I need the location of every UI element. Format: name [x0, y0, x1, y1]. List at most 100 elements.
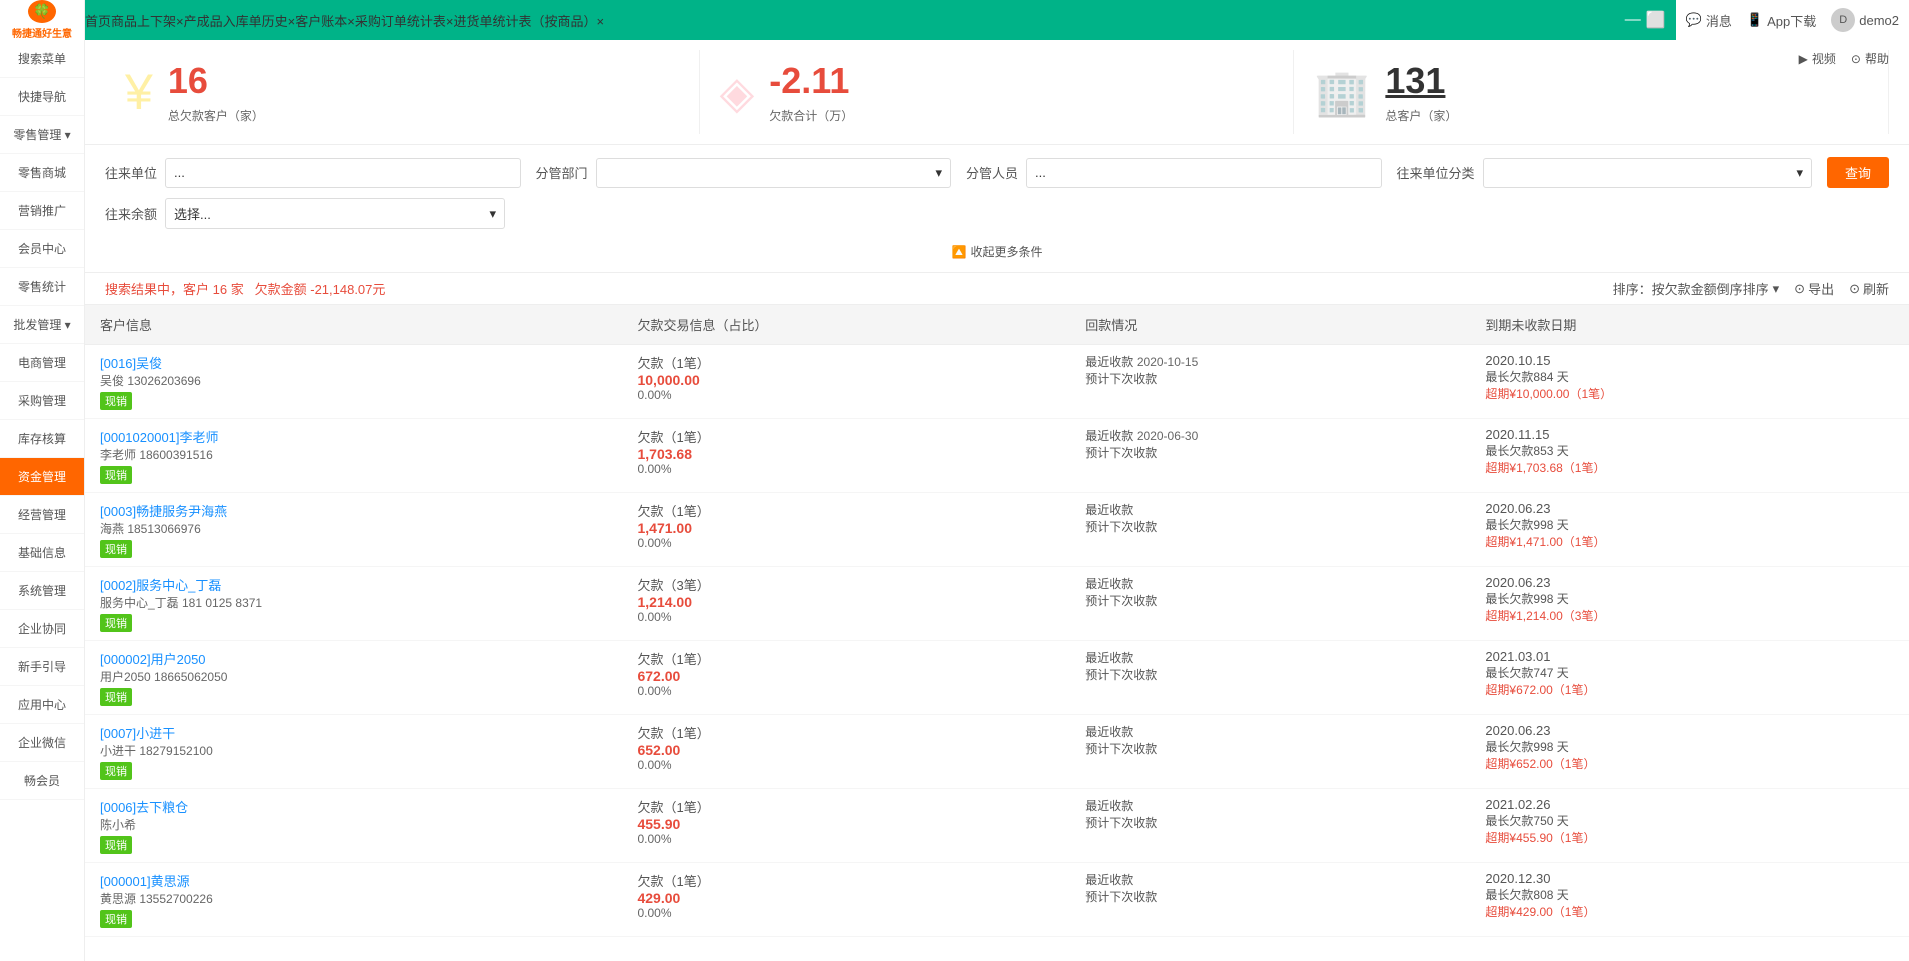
last-collect: 最近收款	[1085, 649, 1455, 666]
user-avatar[interactable]: D demo2	[1831, 8, 1899, 32]
customer-name[interactable]: [0016]吴俊	[100, 353, 607, 372]
next-collect: 预计下次收款	[1085, 592, 1455, 609]
overdue-link[interactable]: 超期¥672.00（1笔）	[1485, 681, 1894, 698]
debt-amount: 672.00	[637, 668, 1055, 684]
overdue-link[interactable]: 超期¥1,214.00（3笔）	[1485, 607, 1894, 624]
sidebar-item-5[interactable]: 会员中心	[0, 230, 84, 268]
from-unit-label: 往来单位	[105, 163, 157, 182]
help-icon: ⊙	[1851, 52, 1861, 66]
customer-name[interactable]: [000001]黄思源	[100, 871, 607, 890]
customer-name[interactable]: [0006]去下粮仓	[100, 797, 607, 816]
refresh-btn[interactable]: ⊙ 刷新	[1849, 279, 1889, 298]
building-icon: 🏢	[1314, 66, 1370, 119]
due-date-cell: 2020.06.23 最长欠款998 天 超期¥1,214.00（3笔）	[1470, 567, 1909, 641]
tab-close-icon[interactable]: ×	[596, 14, 604, 29]
sidebar-item-4[interactable]: 营销推广	[0, 192, 84, 230]
overdue-link[interactable]: 超期¥455.90（1笔）	[1485, 829, 1894, 846]
sidebar-item-2[interactable]: 零售管理 ▾	[0, 116, 84, 154]
due-date: 2020.06.23	[1485, 575, 1894, 590]
tab-close-icon[interactable]: ×	[288, 14, 296, 29]
sidebar-item-10[interactable]: 库存核算	[0, 420, 84, 458]
customer-name[interactable]: [0001020001]李老师	[100, 427, 607, 446]
col-due-date: 到期未收款日期	[1470, 305, 1909, 345]
branch-dept-select[interactable]: ▾	[596, 158, 951, 188]
from-balance-select[interactable]: 选择... ▾	[165, 198, 505, 229]
overdue-link[interactable]: 超期¥10,000.00（1笔）	[1485, 385, 1894, 402]
customer-info-cell: [0001020001]李老师 李老师 18600391516 现销	[85, 419, 622, 493]
sidebar-item-13[interactable]: 基础信息	[0, 534, 84, 572]
table-row: [0001020001]李老师 李老师 18600391516 现销 欠款（1笔…	[85, 419, 1909, 493]
customer-phone: 服务中心_丁磊 181 0125 8371	[100, 594, 607, 611]
debt-pct: 0.00%	[637, 462, 1055, 476]
customer-info-cell: [0006]去下粮仓 陈小希 现销	[85, 789, 622, 863]
debt-info-cell: 欠款（3笔） 1,214.00 0.00%	[622, 567, 1070, 641]
customer-tag: 现销	[100, 910, 132, 928]
tab-controls: — ⬜	[1615, 10, 1676, 30]
sidebar-item-14[interactable]: 系统管理	[0, 572, 84, 610]
sidebar-item-7[interactable]: 批发管理 ▾	[0, 306, 84, 344]
debt-count: 欠款（3笔）	[637, 575, 1055, 594]
window-minimize-btn[interactable]: —	[1625, 11, 1641, 29]
overdue-link[interactable]: 超期¥1,703.68（1笔）	[1485, 459, 1894, 476]
from-unit-class-select[interactable]: ▾	[1483, 158, 1812, 188]
sidebar-item-18[interactable]: 企业微信	[0, 724, 84, 762]
sort-selector[interactable]: 排序：按欠款金额倒序排序 ▾	[1613, 279, 1780, 298]
sidebar-item-6[interactable]: 零售统计	[0, 268, 84, 306]
video-btn[interactable]: ▶ 视频	[1799, 50, 1836, 67]
tab-采购订单统计表[interactable]: 采购订单统计表×	[355, 11, 454, 30]
sidebar-item-9[interactable]: 采购管理	[0, 382, 84, 420]
help-btn[interactable]: ⊙ 帮助	[1851, 50, 1889, 67]
customer-name[interactable]: [0007]小进干	[100, 723, 607, 742]
customer-name[interactable]: [0002]服务中心_丁磊	[100, 575, 607, 594]
from-unit-input[interactable]: ...	[165, 158, 520, 188]
customer-name[interactable]: [000002]用户2050	[100, 649, 607, 668]
stats-bar: ¥ 16 总欠款客户（家） ◈ -2.11 欠款合计（万） 🏢 131 总客户（…	[85, 40, 1909, 145]
due-date: 2020.06.23	[1485, 501, 1894, 516]
tab-产成品入库单历史[interactable]: 产成品入库单历史×	[184, 11, 296, 30]
sidebar-item-16[interactable]: 新手引导	[0, 648, 84, 686]
debt-info-cell: 欠款（1笔） 672.00 0.00%	[622, 641, 1070, 715]
export-btn[interactable]: ⊙ 导出	[1794, 279, 1834, 298]
tab-close-icon[interactable]: ×	[347, 14, 355, 29]
branch-dept-label: 分管部门	[536, 163, 588, 182]
tab-close-icon[interactable]: ×	[446, 14, 454, 29]
sidebar-item-17[interactable]: 应用中心	[0, 686, 84, 724]
sidebar-item-1[interactable]: 快捷导航	[0, 78, 84, 116]
tab-进货单统计表（按商品）[interactable]: 进货单统计表（按商品）×	[453, 11, 604, 30]
tab-客户账本[interactable]: 客户账本×	[295, 11, 355, 30]
sidebar-item-12[interactable]: 经营管理	[0, 496, 84, 534]
sidebar: 搜索菜单快捷导航零售管理 ▾零售商城营销推广会员中心零售统计批发管理 ▾电商管理…	[0, 40, 85, 961]
app-download-btn[interactable]: 📱 App下载	[1747, 11, 1816, 30]
search-button[interactable]: 查询	[1827, 157, 1889, 188]
window-maximize-btn[interactable]: ⬜	[1646, 10, 1666, 30]
message-btn[interactable]: 💬 消息	[1686, 11, 1732, 30]
debt-info-cell: 欠款（1笔） 1,703.68 0.00%	[622, 419, 1070, 493]
sidebar-item-3[interactable]: 零售商城	[0, 154, 84, 192]
customer-name[interactable]: [0003]畅捷服务尹海燕	[100, 501, 607, 520]
tab-商品上下架[interactable]: 商品上下架×	[111, 11, 184, 30]
tab-close-icon[interactable]: ×	[176, 14, 184, 29]
sidebar-item-11[interactable]: 资金管理	[0, 458, 84, 496]
next-collect: 预计下次收款	[1085, 740, 1455, 757]
due-date: 2020.12.30	[1485, 871, 1894, 886]
payment-status-cell: 最近收款 2020-10-15 预计下次收款	[1070, 345, 1470, 419]
sidebar-item-8[interactable]: 电商管理	[0, 344, 84, 382]
diamond-icon: ◈	[720, 66, 755, 119]
branch-person-input[interactable]: ...	[1026, 158, 1381, 188]
sidebar-item-19[interactable]: 畅会员	[0, 762, 84, 800]
due-date-cell: 2020.06.23 最长欠款998 天 超期¥1,471.00（1笔）	[1470, 493, 1909, 567]
customer-tag: 现销	[100, 688, 132, 706]
tab-首页[interactable]: 首页	[85, 11, 111, 30]
last-collect: 最近收款	[1085, 723, 1455, 740]
overdue-link[interactable]: 超期¥429.00（1笔）	[1485, 903, 1894, 920]
due-date-cell: 2021.02.26 最长欠款750 天 超期¥455.90（1笔）	[1470, 789, 1909, 863]
due-date-cell: 2020.10.15 最长欠款884 天 超期¥10,000.00（1笔）	[1470, 345, 1909, 419]
customer-info-cell: [0016]吴俊 吴俊 13026203696 现销	[85, 345, 622, 419]
last-collect: 最近收款 2020-10-15	[1085, 353, 1455, 370]
overdue-link[interactable]: 超期¥652.00（1笔）	[1485, 755, 1894, 772]
table-header-row: 客户信息 欠款交易信息（占比） 回款情况 到期未收款日期	[85, 305, 1909, 345]
sidebar-item-15[interactable]: 企业协同	[0, 610, 84, 648]
overdue-link[interactable]: 超期¥1,471.00（1笔）	[1485, 533, 1894, 550]
collapse-filters-btn[interactable]: 🔼 收起更多条件	[105, 239, 1889, 264]
sidebar-item-0[interactable]: 搜索菜单	[0, 40, 84, 78]
